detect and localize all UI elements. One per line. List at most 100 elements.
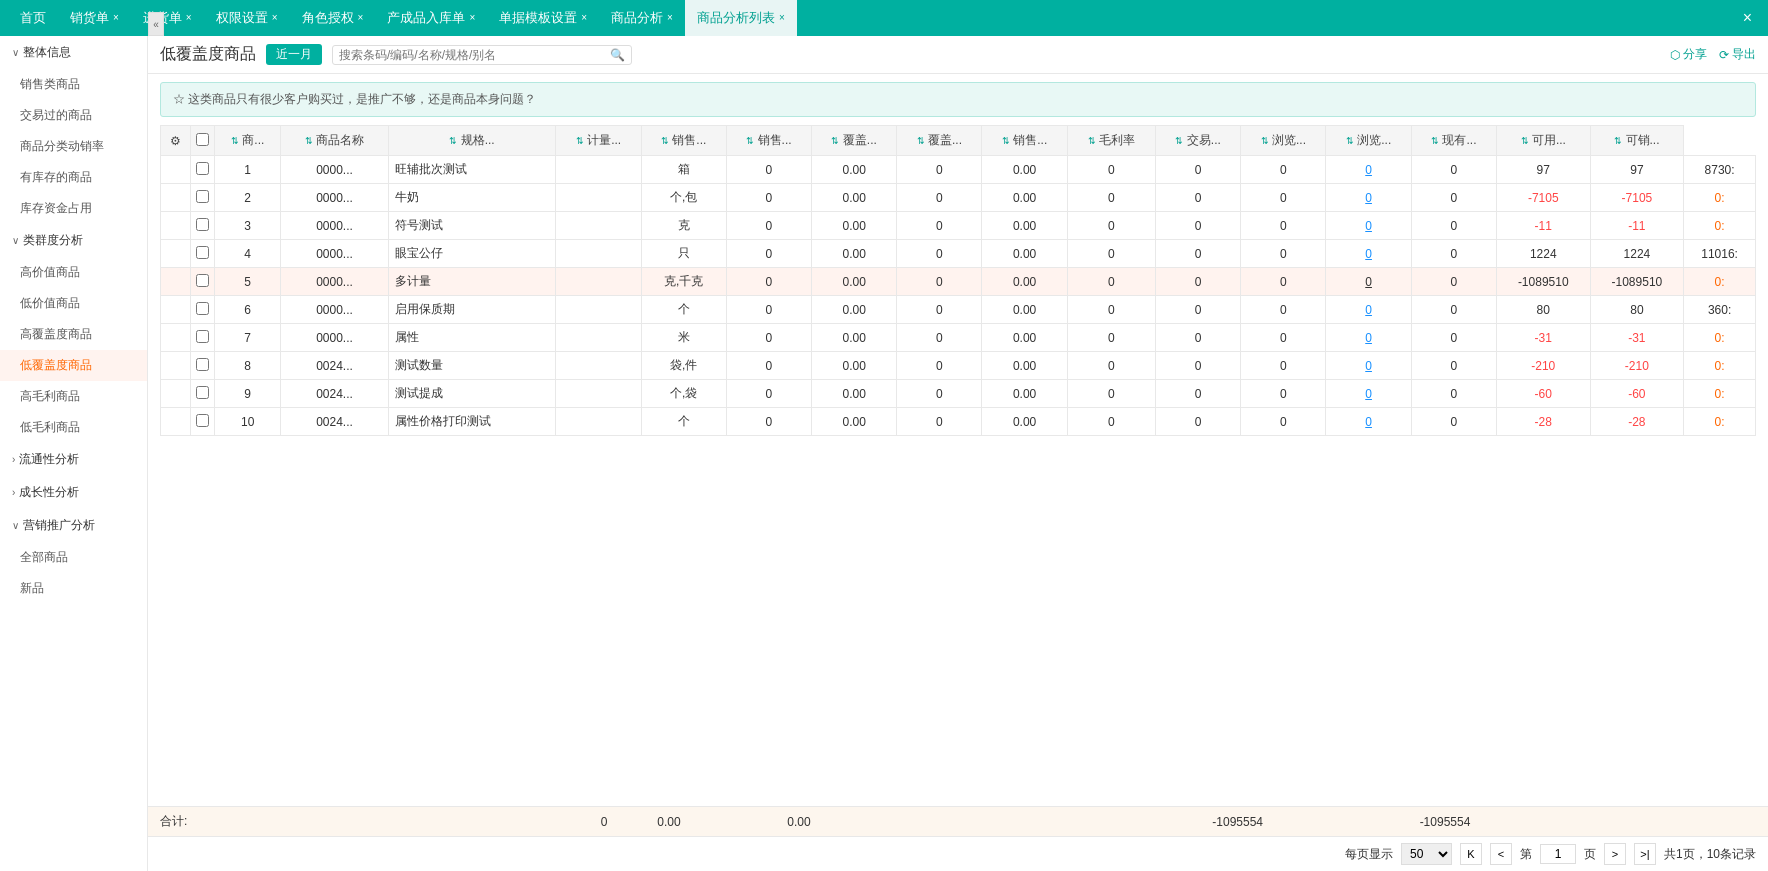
nav-template-settings[interactable]: 单据模板设置 × xyxy=(487,0,599,36)
row-checkbox[interactable] xyxy=(191,352,215,380)
col-browse-a[interactable]: ⇅ 浏览... xyxy=(1241,126,1326,156)
total-label: 合计: xyxy=(160,813,220,830)
sidebar-section-growth[interactable]: › 成长性分析 xyxy=(0,476,147,509)
table-row: 9 0024... 测试提成 个,袋 0 0.00 0 0.00 0 0 0 0… xyxy=(161,380,1756,408)
nav-sales[interactable]: 销货单 × xyxy=(58,0,131,36)
row-browse-b: 0 xyxy=(1411,380,1496,408)
select-all-checkbox[interactable] xyxy=(196,133,209,146)
row-checkbox[interactable] xyxy=(191,184,215,212)
row-settings[interactable] xyxy=(161,324,191,352)
row-current: -210 xyxy=(1496,352,1590,380)
col-saleable[interactable]: ⇅ 可销... xyxy=(1590,126,1684,156)
close-all-button[interactable]: × xyxy=(1735,9,1760,27)
time-filter-button[interactable]: 近一月 xyxy=(266,44,322,65)
export-button[interactable]: ⟳ 导出 xyxy=(1719,46,1756,63)
row-settings[interactable] xyxy=(161,352,191,380)
row-browse-a[interactable]: 0 xyxy=(1326,184,1411,212)
search-input[interactable] xyxy=(339,48,606,62)
col-cover-b[interactable]: ⇅ 覆盖... xyxy=(897,126,982,156)
col-available[interactable]: ⇅ 可用... xyxy=(1496,126,1590,156)
row-sales-qty: 0 xyxy=(726,296,811,324)
nav-product-analysis[interactable]: 商品分析 × xyxy=(599,0,685,36)
row-checkbox[interactable] xyxy=(191,268,215,296)
nav-home[interactable]: 首页 xyxy=(8,0,58,36)
row-checkbox[interactable] xyxy=(191,156,215,184)
share-button[interactable]: ⬡ 分享 xyxy=(1670,46,1707,63)
first-page-button[interactable]: K xyxy=(1460,843,1482,865)
sidebar-item-low-profit[interactable]: 低毛利商品 xyxy=(0,412,147,443)
sidebar-item-high-coverage[interactable]: 高覆盖度商品 xyxy=(0,319,147,350)
row-settings[interactable] xyxy=(161,240,191,268)
page-input[interactable] xyxy=(1540,844,1576,864)
sidebar-item-traded-products[interactable]: 交易过的商品 xyxy=(0,100,147,131)
col-settings[interactable]: ⚙ xyxy=(161,126,191,156)
col-sales-qty[interactable]: ⇅ 销售... xyxy=(641,126,726,156)
row-checkbox[interactable] xyxy=(191,324,215,352)
row-cover-a: 0 xyxy=(897,296,982,324)
col-sales-c[interactable]: ⇅ 销售... xyxy=(982,126,1067,156)
row-browse-a[interactable]: 0 xyxy=(1326,296,1411,324)
sidebar-item-low-value[interactable]: 低价值商品 xyxy=(0,288,147,319)
row-settings[interactable] xyxy=(161,156,191,184)
nav-permissions[interactable]: 权限设置 × xyxy=(204,0,290,36)
prev-page-button[interactable]: < xyxy=(1490,843,1512,865)
row-settings[interactable] xyxy=(161,296,191,324)
sidebar-collapse-button[interactable]: « xyxy=(148,12,164,36)
nav-role-auth[interactable]: 角色授权 × xyxy=(290,0,376,36)
sidebar-section-overview[interactable]: ∨ 整体信息 xyxy=(0,36,147,69)
col-gross-rate[interactable]: ⇅ 毛利率 xyxy=(1067,126,1155,156)
sidebar-item-inventory-fund[interactable]: 库存资金占用 xyxy=(0,193,147,224)
row-saleable: 360: xyxy=(1684,296,1756,324)
row-browse-a[interactable]: 0 xyxy=(1326,156,1411,184)
nav-purchase[interactable]: 进货单 × xyxy=(131,0,204,36)
row-browse-a[interactable]: 0 xyxy=(1326,268,1411,296)
search-icon[interactable]: 🔍 xyxy=(610,48,625,62)
row-unit: 个,包 xyxy=(641,184,726,212)
row-browse-a[interactable]: 0 xyxy=(1326,408,1411,436)
row-settings[interactable] xyxy=(161,408,191,436)
col-cover-a[interactable]: ⇅ 覆盖... xyxy=(812,126,897,156)
row-checkbox[interactable] xyxy=(191,240,215,268)
row-browse-a[interactable]: 0 xyxy=(1326,380,1411,408)
sidebar-item-all-products[interactable]: 全部商品 xyxy=(0,542,147,573)
sidebar-item-sales-products[interactable]: 销售类商品 xyxy=(0,69,147,100)
per-page-select[interactable]: 50 20 100 xyxy=(1401,843,1452,865)
sidebar-item-low-coverage[interactable]: 低覆盖度商品 xyxy=(0,350,147,381)
col-name[interactable]: ⇅ 商品名称 xyxy=(281,126,388,156)
last-page-button[interactable]: >| xyxy=(1634,843,1656,865)
row-settings[interactable] xyxy=(161,212,191,240)
sidebar-item-high-profit[interactable]: 高毛利商品 xyxy=(0,381,147,412)
row-settings[interactable] xyxy=(161,184,191,212)
sidebar-section-marketing[interactable]: ∨ 营销推广分析 xyxy=(0,509,147,542)
sidebar-item-new-products[interactable]: 新品 xyxy=(0,573,147,604)
col-current[interactable]: ⇅ 现有... xyxy=(1411,126,1496,156)
nav-product-analysis-list[interactable]: 商品分析列表 × xyxy=(685,0,797,36)
row-checkbox[interactable] xyxy=(191,408,215,436)
row-browse-a[interactable]: 0 xyxy=(1326,324,1411,352)
row-settings[interactable] xyxy=(161,268,191,296)
row-checkbox[interactable] xyxy=(191,296,215,324)
row-name: 眼宝公仔 xyxy=(388,240,556,268)
row-checkbox[interactable] xyxy=(191,212,215,240)
sidebar-item-in-stock[interactable]: 有库存的商品 xyxy=(0,162,147,193)
row-unit: 克,千克 xyxy=(641,268,726,296)
sidebar-item-high-value[interactable]: 高价值商品 xyxy=(0,257,147,288)
row-available: -1089510 xyxy=(1590,268,1684,296)
nav-product-warehouse[interactable]: 产成品入库单 × xyxy=(375,0,487,36)
col-spec[interactable]: ⇅ 规格... xyxy=(388,126,556,156)
col-unit[interactable]: ⇅ 计量... xyxy=(556,126,641,156)
row-browse-a[interactable]: 0 xyxy=(1326,212,1411,240)
row-browse-a[interactable]: 0 xyxy=(1326,240,1411,268)
next-page-button[interactable]: > xyxy=(1604,843,1626,865)
col-code[interactable]: ⇅ 商... xyxy=(215,126,281,156)
sidebar-item-category-sales-rate[interactable]: 商品分类动销率 xyxy=(0,131,147,162)
sidebar-section-cluster[interactable]: ∨ 类群度分析 xyxy=(0,224,147,257)
sidebar-section-circulation[interactable]: › 流通性分析 xyxy=(0,443,147,476)
col-trade[interactable]: ⇅ 交易... xyxy=(1156,126,1241,156)
row-current: -11 xyxy=(1496,212,1590,240)
row-settings[interactable] xyxy=(161,380,191,408)
row-browse-a[interactable]: 0 xyxy=(1326,352,1411,380)
col-sales-amt[interactable]: ⇅ 销售... xyxy=(726,126,811,156)
row-checkbox[interactable] xyxy=(191,380,215,408)
col-browse-b[interactable]: ⇅ 浏览... xyxy=(1326,126,1411,156)
